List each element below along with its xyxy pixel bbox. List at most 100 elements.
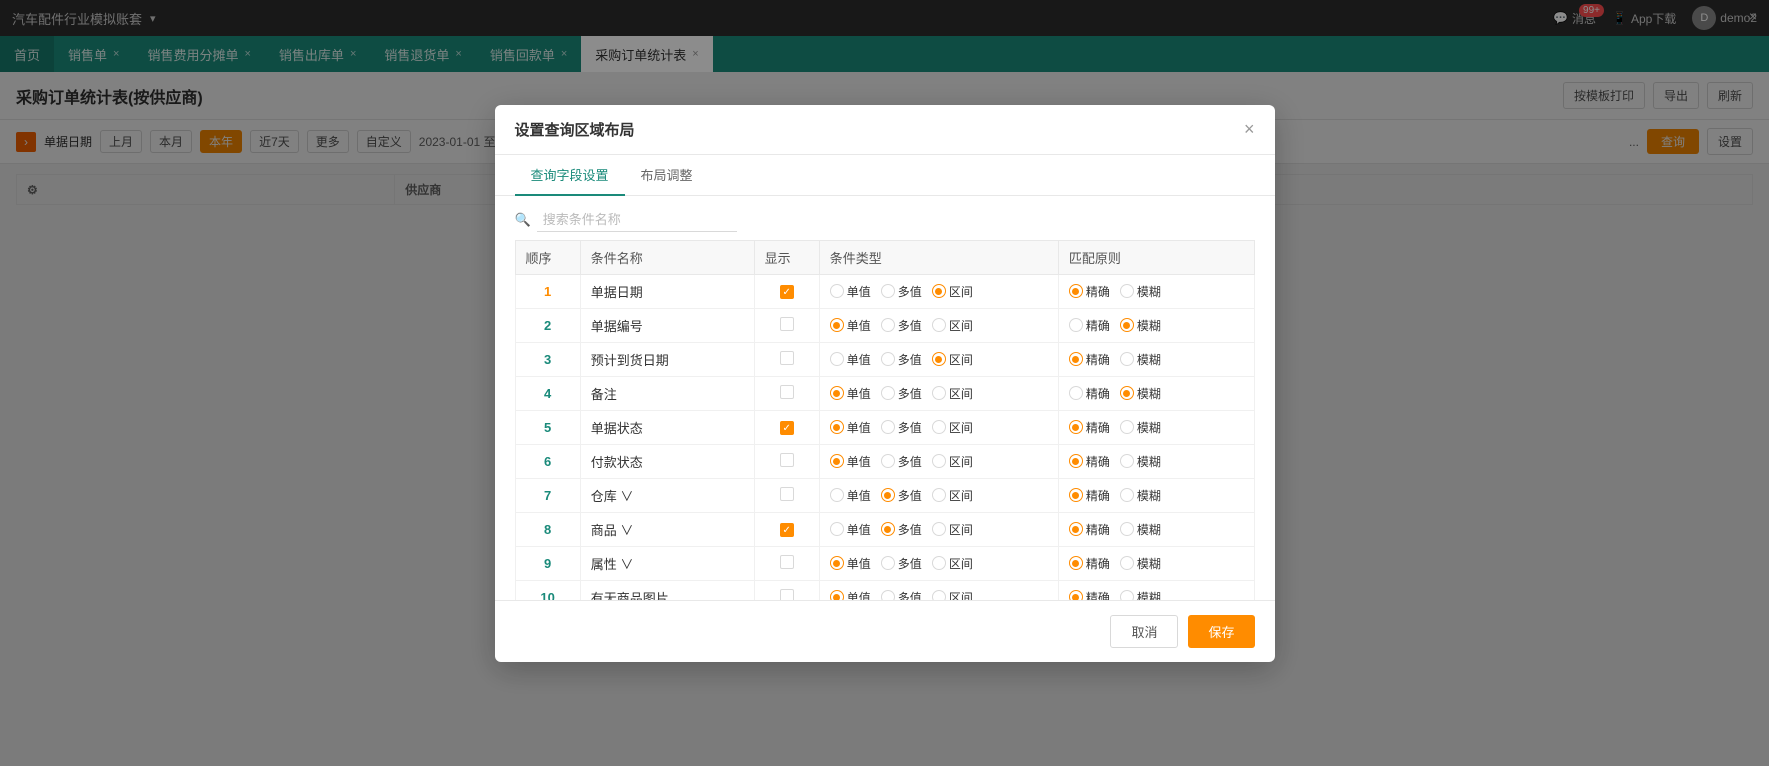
match-item-fuzzy[interactable]: 模糊: [1120, 283, 1161, 300]
radio-item-single[interactable]: 单值: [830, 419, 871, 436]
match-item-precise[interactable]: 精确: [1069, 453, 1110, 470]
radio-item-single[interactable]: 单值: [830, 453, 871, 470]
radio-single[interactable]: [830, 590, 844, 600]
match-radio-fuzzy[interactable]: [1120, 284, 1134, 298]
radio-multi[interactable]: [881, 318, 895, 332]
radio-single[interactable]: [830, 284, 844, 298]
radio-range[interactable]: [932, 420, 946, 434]
match-item-fuzzy[interactable]: 模糊: [1120, 555, 1161, 572]
match-radio-fuzzy[interactable]: [1120, 488, 1134, 502]
radio-single[interactable]: [830, 420, 844, 434]
display-checkbox[interactable]: [780, 285, 794, 299]
radio-range[interactable]: [932, 352, 946, 366]
radio-multi[interactable]: [881, 284, 895, 298]
modal-close-button[interactable]: ×: [1244, 120, 1255, 138]
match-item-precise[interactable]: 精确: [1069, 419, 1110, 436]
radio-item-multi[interactable]: 多值: [881, 487, 922, 504]
display-checkbox[interactable]: [780, 555, 794, 569]
radio-single[interactable]: [830, 488, 844, 502]
radio-multi[interactable]: [881, 488, 895, 502]
match-item-precise[interactable]: 精确: [1069, 385, 1110, 402]
match-item-fuzzy[interactable]: 模糊: [1120, 487, 1161, 504]
radio-item-range[interactable]: 区间: [932, 419, 973, 436]
radio-item-multi[interactable]: 多值: [881, 589, 922, 600]
radio-item-single[interactable]: 单值: [830, 283, 871, 300]
radio-single[interactable]: [830, 386, 844, 400]
match-radio-precise[interactable]: [1069, 454, 1083, 468]
save-button[interactable]: 保存: [1188, 615, 1254, 648]
radio-single[interactable]: [830, 522, 844, 536]
radio-multi[interactable]: [881, 454, 895, 468]
radio-item-multi[interactable]: 多值: [881, 283, 922, 300]
radio-range[interactable]: [932, 590, 946, 600]
radio-multi[interactable]: [881, 420, 895, 434]
radio-single[interactable]: [830, 454, 844, 468]
radio-range[interactable]: [932, 284, 946, 298]
radio-item-range[interactable]: 区间: [932, 589, 973, 600]
match-item-fuzzy[interactable]: 模糊: [1120, 589, 1161, 600]
radio-item-multi[interactable]: 多值: [881, 555, 922, 572]
match-item-precise[interactable]: 精确: [1069, 317, 1110, 334]
radio-item-range[interactable]: 区间: [932, 521, 973, 538]
match-radio-fuzzy[interactable]: [1120, 522, 1134, 536]
match-radio-precise[interactable]: [1069, 352, 1083, 366]
radio-multi[interactable]: [881, 556, 895, 570]
radio-item-range[interactable]: 区间: [932, 453, 973, 470]
radio-single[interactable]: [830, 352, 844, 366]
match-radio-fuzzy[interactable]: [1120, 454, 1134, 468]
radio-item-multi[interactable]: 多值: [881, 385, 922, 402]
table-scroll[interactable]: 顺序 条件名称 显示 条件类型 匹配原则 1单据日期单值多值区间精确模糊2单据编…: [515, 240, 1255, 600]
radio-multi[interactable]: [881, 352, 895, 366]
modal-tab-query-fields[interactable]: 查询字段设置: [515, 155, 625, 196]
display-checkbox[interactable]: [780, 317, 794, 331]
radio-item-range[interactable]: 区间: [932, 555, 973, 572]
radio-range[interactable]: [932, 318, 946, 332]
radio-item-single[interactable]: 单值: [830, 487, 871, 504]
match-radio-fuzzy[interactable]: [1120, 590, 1134, 600]
display-checkbox[interactable]: [780, 385, 794, 399]
radio-item-single[interactable]: 单值: [830, 351, 871, 368]
match-item-precise[interactable]: 精确: [1069, 589, 1110, 600]
match-item-fuzzy[interactable]: 模糊: [1120, 385, 1161, 402]
match-radio-precise[interactable]: [1069, 420, 1083, 434]
match-radio-precise[interactable]: [1069, 284, 1083, 298]
radio-range[interactable]: [932, 556, 946, 570]
radio-item-multi[interactable]: 多值: [881, 453, 922, 470]
radio-range[interactable]: [932, 386, 946, 400]
radio-item-single[interactable]: 单值: [830, 385, 871, 402]
match-radio-fuzzy[interactable]: [1120, 556, 1134, 570]
radio-item-single[interactable]: 单值: [830, 521, 871, 538]
radio-item-range[interactable]: 区间: [932, 487, 973, 504]
match-radio-precise[interactable]: [1069, 488, 1083, 502]
radio-multi[interactable]: [881, 590, 895, 600]
radio-item-range[interactable]: 区间: [932, 283, 973, 300]
match-radio-precise[interactable]: [1069, 318, 1083, 332]
match-radio-precise[interactable]: [1069, 386, 1083, 400]
match-radio-fuzzy[interactable]: [1120, 352, 1134, 366]
search-input[interactable]: [537, 208, 737, 232]
radio-item-multi[interactable]: 多值: [881, 351, 922, 368]
radio-item-single[interactable]: 单值: [830, 589, 871, 600]
match-item-precise[interactable]: 精确: [1069, 521, 1110, 538]
match-radio-fuzzy[interactable]: [1120, 420, 1134, 434]
match-item-fuzzy[interactable]: 模糊: [1120, 419, 1161, 436]
radio-item-single[interactable]: 单值: [830, 555, 871, 572]
radio-multi[interactable]: [881, 522, 895, 536]
display-checkbox[interactable]: [780, 453, 794, 467]
display-checkbox[interactable]: [780, 421, 794, 435]
match-radio-precise[interactable]: [1069, 556, 1083, 570]
modal-tab-layout[interactable]: 布局调整: [625, 155, 709, 196]
radio-item-multi[interactable]: 多值: [881, 317, 922, 334]
match-radio-precise[interactable]: [1069, 522, 1083, 536]
radio-single[interactable]: [830, 556, 844, 570]
radio-item-range[interactable]: 区间: [932, 317, 973, 334]
radio-range[interactable]: [932, 522, 946, 536]
match-item-precise[interactable]: 精确: [1069, 487, 1110, 504]
match-item-fuzzy[interactable]: 模糊: [1120, 453, 1161, 470]
match-item-precise[interactable]: 精确: [1069, 351, 1110, 368]
display-checkbox[interactable]: [780, 487, 794, 501]
radio-item-multi[interactable]: 多值: [881, 521, 922, 538]
match-item-fuzzy[interactable]: 模糊: [1120, 317, 1161, 334]
radio-item-single[interactable]: 单值: [830, 317, 871, 334]
display-checkbox[interactable]: [780, 523, 794, 537]
